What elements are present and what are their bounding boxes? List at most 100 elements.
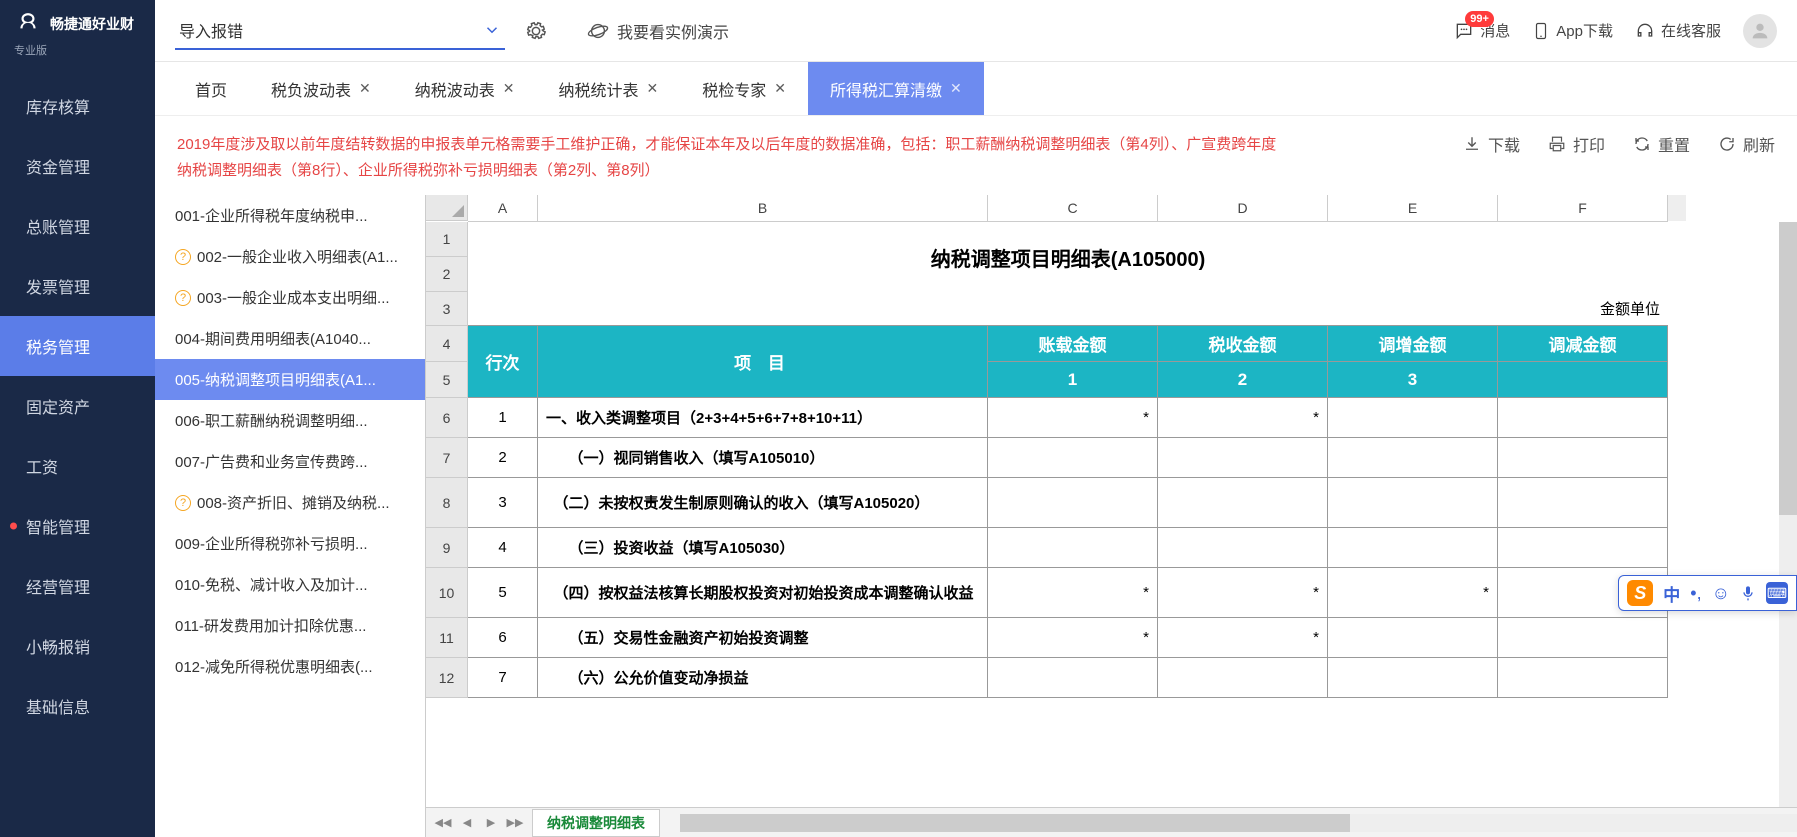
chevron-down-icon[interactable]	[483, 21, 501, 39]
tab-0[interactable]: 首页	[173, 62, 249, 115]
cell[interactable]	[988, 438, 1158, 478]
col-header-C[interactable]: C	[988, 195, 1158, 222]
row-header-6[interactable]: 6	[426, 398, 468, 438]
tab-1[interactable]: 税负波动表✕	[249, 62, 393, 115]
sidebar-item-6[interactable]: 工资	[0, 436, 155, 496]
cell[interactable]: 7	[468, 658, 538, 698]
sheet-list-item-1[interactable]: ?002-一般企业收入明细表(A1...	[155, 236, 425, 277]
ime-punct-icon[interactable]: •,	[1690, 583, 1701, 604]
sheet-list-item-2[interactable]: ?003-一般企业成本支出明细...	[155, 277, 425, 318]
col-header-A[interactable]: A	[468, 195, 538, 222]
sidebar-item-3[interactable]: 发票管理	[0, 256, 155, 316]
tab-4[interactable]: 税检专家✕	[680, 62, 808, 115]
th-f2[interactable]	[1498, 362, 1668, 398]
th-project[interactable]: 项 目	[538, 326, 988, 398]
th-e[interactable]: 调增金额	[1328, 326, 1498, 362]
unit-label[interactable]: 金额单位	[468, 292, 1668, 326]
refresh-button[interactable]: 刷新	[1718, 132, 1775, 156]
cell[interactable]: 4	[468, 528, 538, 568]
cell[interactable]: *	[1158, 618, 1328, 658]
row-header-8[interactable]: 8	[426, 478, 468, 528]
vscroll-up[interactable]	[1668, 195, 1686, 221]
row-header-10[interactable]: 10	[426, 568, 468, 618]
sheet-list-item-9[interactable]: 010-免税、减计收入及加计...	[155, 564, 425, 605]
cell[interactable]: （六）公允价值变动净损益	[538, 658, 988, 698]
cell[interactable]: （二）未按权责发生制原则确认的收入（填写A105020）	[538, 478, 988, 528]
sidebar-item-5[interactable]: 固定资产	[0, 376, 155, 436]
help-icon[interactable]: ?	[175, 249, 191, 265]
cell[interactable]	[988, 478, 1158, 528]
vertical-scrollbar[interactable]	[1779, 222, 1797, 807]
row-header-3[interactable]: 3	[426, 292, 468, 326]
ime-toolbar[interactable]: S 中 •, ☺ ⌨	[1618, 575, 1797, 611]
ime-mode[interactable]: 中	[1663, 581, 1680, 606]
sheet-list-item-10[interactable]: 011-研发费用加计扣除优惠...	[155, 605, 425, 646]
cell[interactable]: 5	[468, 568, 538, 618]
col-header-D[interactable]: D	[1158, 195, 1328, 222]
avatar[interactable]	[1743, 14, 1777, 48]
sheet-title[interactable]: 纳税调整项目明细表(A105000)	[468, 222, 1668, 292]
tab-close-icon[interactable]: ✕	[359, 80, 371, 97]
sheet-list-item-8[interactable]: 009-企业所得税弥补亏损明...	[155, 523, 425, 564]
th-c2[interactable]: 1	[988, 362, 1158, 398]
sheet-nav-next[interactable]: ▶	[480, 812, 502, 834]
cell[interactable]	[1498, 398, 1668, 438]
tab-close-icon[interactable]: ✕	[950, 80, 962, 97]
cell[interactable]	[1498, 478, 1668, 528]
row-header-11[interactable]: 11	[426, 618, 468, 658]
cell[interactable]: *	[988, 568, 1158, 618]
cell[interactable]: *	[988, 618, 1158, 658]
cell[interactable]: 3	[468, 478, 538, 528]
col-header-B[interactable]: B	[538, 195, 988, 222]
row-header-12[interactable]: 12	[426, 658, 468, 698]
cell[interactable]	[1158, 528, 1328, 568]
cell[interactable]	[1328, 618, 1498, 658]
th-d2[interactable]: 2	[1158, 362, 1328, 398]
sidebar-item-9[interactable]: 小畅报销	[0, 616, 155, 676]
cell[interactable]	[1328, 478, 1498, 528]
cell[interactable]	[1158, 438, 1328, 478]
sheet-list-item-0[interactable]: 001-企业所得税年度纳税申...	[155, 195, 425, 236]
cell[interactable]: *	[1158, 568, 1328, 618]
cell[interactable]	[1498, 438, 1668, 478]
cell[interactable]	[1158, 658, 1328, 698]
sidebar-item-0[interactable]: 库存核算	[0, 76, 155, 136]
tab-close-icon[interactable]: ✕	[503, 80, 515, 97]
cell[interactable]: *	[988, 398, 1158, 438]
cell[interactable]: （四）按权益法核算长期股权投资对初始投资成本调整确认收益	[538, 568, 988, 618]
sheet-list-item-11[interactable]: 012-减免所得税优惠明细表(...	[155, 646, 425, 687]
cell[interactable]	[1328, 658, 1498, 698]
horizontal-scrollbar[interactable]	[680, 814, 1797, 832]
cell[interactable]	[988, 658, 1158, 698]
demo-link[interactable]: 我要看实例演示	[587, 19, 729, 43]
th-d[interactable]: 税收金额	[1158, 326, 1328, 362]
row-header-4[interactable]: 4	[426, 326, 468, 362]
sidebar-item-7[interactable]: 智能管理	[0, 496, 155, 556]
help-icon[interactable]: ?	[175, 290, 191, 306]
ime-mic-icon[interactable]	[1740, 584, 1756, 602]
cell[interactable]	[1498, 618, 1668, 658]
col-header-F[interactable]: F	[1498, 195, 1668, 222]
row-header-7[interactable]: 7	[426, 438, 468, 478]
sheet-nav-prev[interactable]: ◀	[456, 812, 478, 834]
cell[interactable]	[1158, 478, 1328, 528]
cell[interactable]: 一、收入类调整项目（2+3+4+5+6+7+8+10+11）	[538, 398, 988, 438]
app-download-button[interactable]: App下载	[1532, 20, 1613, 41]
search-input[interactable]: 导入报错	[175, 12, 505, 50]
select-all-corner[interactable]	[426, 195, 468, 221]
sidebar-item-2[interactable]: 总账管理	[0, 196, 155, 256]
sheet-nav-last[interactable]: ▶▶	[504, 812, 526, 834]
sheet-tab-active[interactable]: 纳税调整明细表	[532, 809, 660, 837]
cell[interactable]	[1328, 528, 1498, 568]
cell[interactable]	[1498, 528, 1668, 568]
reset-button[interactable]: 重置	[1633, 132, 1690, 156]
col-header-E[interactable]: E	[1328, 195, 1498, 222]
download-button[interactable]: 下载	[1463, 132, 1520, 156]
customer-service-button[interactable]: 在线客服	[1635, 20, 1721, 41]
tab-close-icon[interactable]: ✕	[774, 80, 786, 97]
sheet-list-item-4[interactable]: 005-纳税调整项目明细表(A1...	[155, 359, 425, 400]
sheet-list-item-6[interactable]: 007-广告费和业务宣传费跨...	[155, 441, 425, 482]
sidebar-item-4[interactable]: 税务管理	[0, 316, 155, 376]
tab-2[interactable]: 纳税波动表✕	[393, 62, 537, 115]
th-f[interactable]: 调减金额	[1498, 326, 1668, 362]
